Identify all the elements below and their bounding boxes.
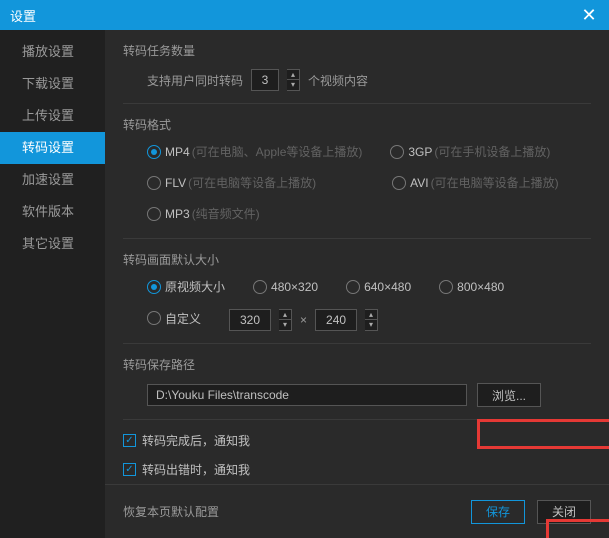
checkbox-icon: [123, 434, 136, 447]
close-icon[interactable]: ✕: [579, 5, 599, 26]
radio-icon: [392, 176, 406, 190]
sidebar-item-upload[interactable]: 上传设置: [0, 100, 105, 132]
sidebar-item-download[interactable]: 下载设置: [0, 68, 105, 100]
times-label: ×: [300, 313, 307, 327]
path-title: 转码保存路径: [123, 356, 591, 373]
browse-button[interactable]: 浏览...: [477, 383, 541, 407]
tasks-count-input[interactable]: 3: [251, 69, 279, 91]
format-option-mp3[interactable]: MP3 (纯音频文件): [147, 205, 260, 222]
reset-defaults-link[interactable]: 恢复本页默认配置: [123, 503, 219, 520]
custom-height-spinner[interactable]: ▴▾: [365, 309, 378, 331]
custom-width-spinner[interactable]: ▴▾: [279, 309, 292, 331]
save-button[interactable]: 保存: [471, 500, 525, 524]
tasks-suffix: 个视频内容: [308, 72, 368, 89]
radio-icon: [147, 311, 161, 325]
tasks-title: 转码任务数量: [123, 42, 591, 59]
sidebar-item-accelerate[interactable]: 加速设置: [0, 164, 105, 196]
checkbox-icon: [123, 463, 136, 476]
sidebar: 播放设置 下载设置 上传设置 转码设置 加速设置 软件版本 其它设置: [0, 30, 105, 538]
radio-icon: [253, 280, 267, 294]
size-option-640x480[interactable]: 640×480: [346, 280, 411, 294]
close-button[interactable]: 关闭: [537, 500, 591, 524]
content-pane: 转码任务数量 支持用户同时转码 3 ▴▾ 个视频内容 转码格式 MP4 (可在电…: [105, 30, 609, 538]
path-input[interactable]: D:\Youku Files\transcode: [147, 384, 467, 406]
radio-icon: [390, 145, 404, 159]
radio-icon: [346, 280, 360, 294]
radio-icon: [147, 176, 161, 190]
section-path: 转码保存路径 D:\Youku Files\transcode 浏览...: [123, 356, 591, 420]
section-size: 转码画面默认大小 原视频大小 480×320 640×480: [123, 251, 591, 344]
chevron-up-icon[interactable]: ▴: [365, 310, 377, 320]
titlebar: 设置 ✕: [0, 0, 609, 30]
radio-icon: [147, 207, 161, 221]
chevron-down-icon[interactable]: ▾: [287, 80, 299, 90]
custom-width-input[interactable]: 320: [229, 309, 271, 331]
radio-icon: [439, 280, 453, 294]
check-notify-done[interactable]: 转码完成后，通知我: [123, 432, 250, 449]
window-title: 设置: [10, 6, 36, 25]
size-option-480x320[interactable]: 480×320: [253, 280, 318, 294]
tasks-prefix: 支持用户同时转码: [147, 72, 243, 89]
sidebar-item-version[interactable]: 软件版本: [0, 196, 105, 228]
radio-icon: [147, 280, 161, 294]
check-notify-error[interactable]: 转码出错时，通知我: [123, 461, 250, 478]
format-option-3gp[interactable]: 3GP (可在手机设备上播放): [390, 143, 550, 160]
format-title: 转码格式: [123, 116, 591, 133]
format-option-flv[interactable]: FLV (可在电脑等设备上播放): [147, 174, 316, 191]
sidebar-item-other[interactable]: 其它设置: [0, 228, 105, 260]
sidebar-item-transcode[interactable]: 转码设置: [0, 132, 105, 164]
chevron-down-icon[interactable]: ▾: [279, 320, 291, 330]
size-option-custom[interactable]: 自定义: [147, 310, 201, 327]
footer: 恢复本页默认配置 保存 关闭: [105, 484, 609, 538]
chevron-down-icon[interactable]: ▾: [365, 320, 377, 330]
size-option-800x480[interactable]: 800×480: [439, 280, 504, 294]
section-tasks: 转码任务数量 支持用户同时转码 3 ▴▾ 个视频内容: [123, 42, 591, 104]
sidebar-item-play[interactable]: 播放设置: [0, 36, 105, 68]
format-option-avi[interactable]: AVI (可在电脑等设备上播放): [392, 174, 558, 191]
custom-height-input[interactable]: 240: [315, 309, 357, 331]
chevron-up-icon[interactable]: ▴: [287, 70, 299, 80]
size-title: 转码画面默认大小: [123, 251, 591, 268]
section-format: 转码格式 MP4 (可在电脑、Apple等设备上播放) 3GP (可在手机设备上…: [123, 116, 591, 239]
format-option-mp4[interactable]: MP4 (可在电脑、Apple等设备上播放): [147, 143, 362, 160]
size-option-original[interactable]: 原视频大小: [147, 278, 225, 295]
tasks-count-spinner[interactable]: ▴▾: [287, 69, 300, 91]
chevron-up-icon[interactable]: ▴: [279, 310, 291, 320]
radio-icon: [147, 145, 161, 159]
